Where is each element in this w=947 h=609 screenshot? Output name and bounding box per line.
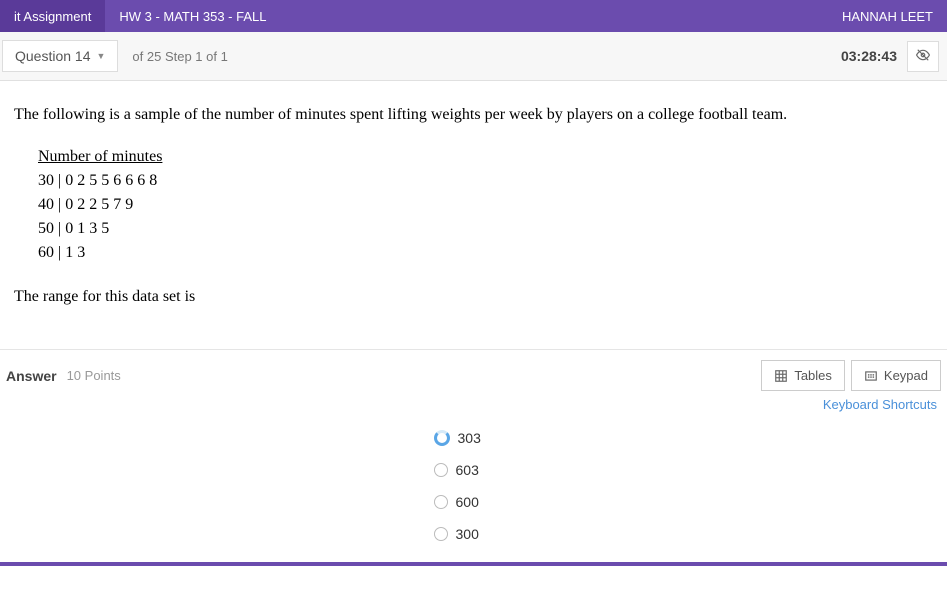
option-label: 300 (456, 526, 479, 542)
loading-spinner-icon (434, 430, 450, 446)
option-row[interactable]: 600 (434, 494, 514, 510)
keypad-button[interactable]: Keypad (851, 360, 941, 391)
stem-row: 60 | 1 3 (38, 241, 933, 265)
visibility-toggle-button[interactable] (907, 41, 939, 72)
answer-header: Answer 10 Points Tables Keypad (0, 350, 947, 395)
stem-row: 50 | 0 1 3 5 (38, 217, 933, 241)
answer-options: 303 603 600 300 (0, 430, 947, 562)
question-selector[interactable]: Question 14 ▼ (2, 40, 118, 72)
assignment-title: HW 3 - MATH 353 - FALL (105, 0, 828, 32)
app-header: it Assignment HW 3 - MATH 353 - FALL HAN… (0, 0, 947, 32)
stem-row: 40 | 0 2 2 5 7 9 (38, 193, 933, 217)
timer-display: 03:28:43 (841, 48, 907, 64)
question-content: The following is a sample of the number … (0, 81, 947, 349)
option-label: 600 (456, 494, 479, 510)
table-icon (774, 369, 788, 383)
option-label: 303 (458, 430, 481, 446)
question-number-label: Question 14 (15, 48, 91, 64)
tables-button-label: Tables (794, 368, 832, 383)
stem-row: 30 | 0 2 5 5 6 6 6 8 (38, 169, 933, 193)
answer-label: Answer (6, 368, 57, 384)
tables-button[interactable]: Tables (761, 360, 845, 391)
user-name[interactable]: HANNAH LEET (828, 0, 947, 32)
option-row[interactable]: 300 (434, 526, 514, 542)
eye-off-icon (916, 48, 930, 62)
keypad-button-label: Keypad (884, 368, 928, 383)
stem-leaf-title: Number of minutes (38, 145, 933, 169)
chevron-down-icon: ▼ (97, 51, 106, 61)
question-intro: The following is a sample of the number … (14, 103, 933, 127)
stem-leaf-plot: Number of minutes 30 | 0 2 5 5 6 6 6 8 4… (38, 145, 933, 265)
keypad-icon (864, 369, 878, 383)
question-prompt: The range for this data set is (14, 285, 933, 309)
assignment-link[interactable]: it Assignment (0, 0, 105, 32)
answer-points: 10 Points (67, 368, 121, 383)
radio-icon[interactable] (434, 463, 448, 477)
keyboard-shortcuts-link[interactable]: Keyboard Shortcuts (0, 395, 947, 430)
question-toolbar: Question 14 ▼ of 25 Step 1 of 1 03:28:43 (0, 32, 947, 81)
step-progress: of 25 Step 1 of 1 (118, 49, 241, 64)
footer-accent (0, 562, 947, 566)
option-label: 603 (456, 462, 479, 478)
option-row[interactable]: 603 (434, 462, 514, 478)
radio-icon[interactable] (434, 527, 448, 541)
option-row[interactable]: 303 (434, 430, 514, 446)
radio-icon[interactable] (434, 495, 448, 509)
answer-section: Answer 10 Points Tables Keypad Keyboard … (0, 349, 947, 562)
